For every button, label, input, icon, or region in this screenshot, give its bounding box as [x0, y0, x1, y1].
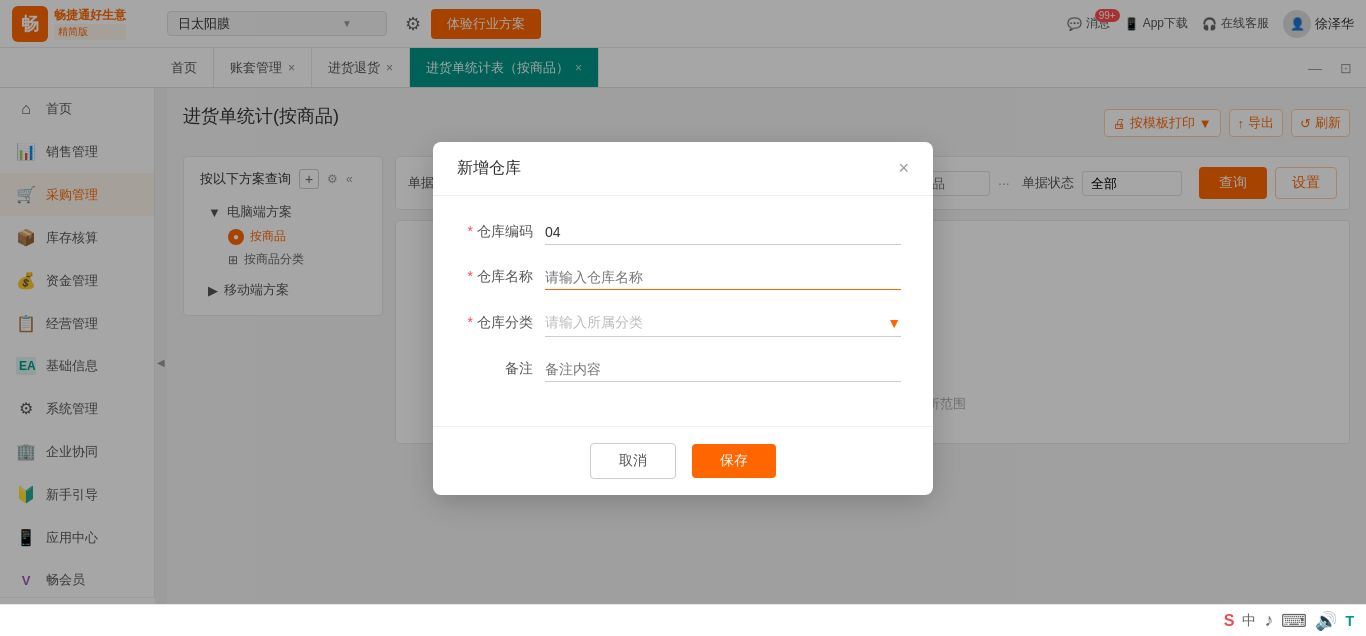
name-label: *仓库名称	[465, 268, 545, 286]
note-label: 备注	[465, 360, 545, 378]
add-warehouse-modal: 新增仓库 × *仓库编码 *仓库名称 *仓库分类	[433, 142, 933, 495]
code-label-text: 仓库编码	[477, 223, 533, 239]
bottom-keyboard-icon[interactable]: ⌨	[1281, 610, 1307, 632]
bottom-sogou-icon[interactable]: S	[1224, 612, 1235, 630]
note-label-text: 备注	[505, 360, 533, 376]
modal-body: *仓库编码 *仓库名称 *仓库分类 请输入所属分类 ▼	[433, 196, 933, 426]
category-chevron-icon: ▼	[887, 315, 901, 331]
category-label-text: 仓库分类	[477, 314, 533, 330]
form-row-category: *仓库分类 请输入所属分类 ▼	[465, 310, 901, 337]
form-row-note: 备注	[465, 357, 901, 382]
warehouse-note-input[interactable]	[545, 357, 901, 382]
modal-header: 新增仓库 ×	[433, 142, 933, 196]
bottom-letter-icon[interactable]: T	[1345, 613, 1354, 629]
bottom-chinese-icon[interactable]: 中	[1242, 612, 1256, 630]
form-row-name: *仓库名称	[465, 265, 901, 290]
code-label: *仓库编码	[465, 223, 545, 241]
category-required-mark: *	[468, 314, 473, 330]
warehouse-code-input[interactable]	[545, 220, 901, 245]
form-row-code: *仓库编码	[465, 220, 901, 245]
bottom-speaker-icon[interactable]: 🔊	[1315, 610, 1337, 632]
bottom-bar: S 中 ♪ ⌨ 🔊 T	[0, 604, 1366, 636]
save-button[interactable]: 保存	[692, 444, 776, 478]
bottom-music-icon[interactable]: ♪	[1264, 610, 1273, 631]
category-placeholder: 请输入所属分类	[545, 314, 643, 332]
modal-close-button[interactable]: ×	[898, 158, 909, 179]
modal-title: 新增仓库	[457, 158, 521, 179]
name-label-text: 仓库名称	[477, 268, 533, 284]
code-required-mark: *	[468, 223, 473, 239]
name-required-mark: *	[468, 268, 473, 284]
warehouse-category-select[interactable]: 请输入所属分类 ▼	[545, 310, 901, 337]
modal-overlay: 新增仓库 × *仓库编码 *仓库名称 *仓库分类	[0, 0, 1366, 636]
category-label: *仓库分类	[465, 314, 545, 332]
modal-footer: 取消 保存	[433, 426, 933, 495]
warehouse-name-input[interactable]	[545, 265, 901, 290]
cancel-button[interactable]: 取消	[590, 443, 676, 479]
